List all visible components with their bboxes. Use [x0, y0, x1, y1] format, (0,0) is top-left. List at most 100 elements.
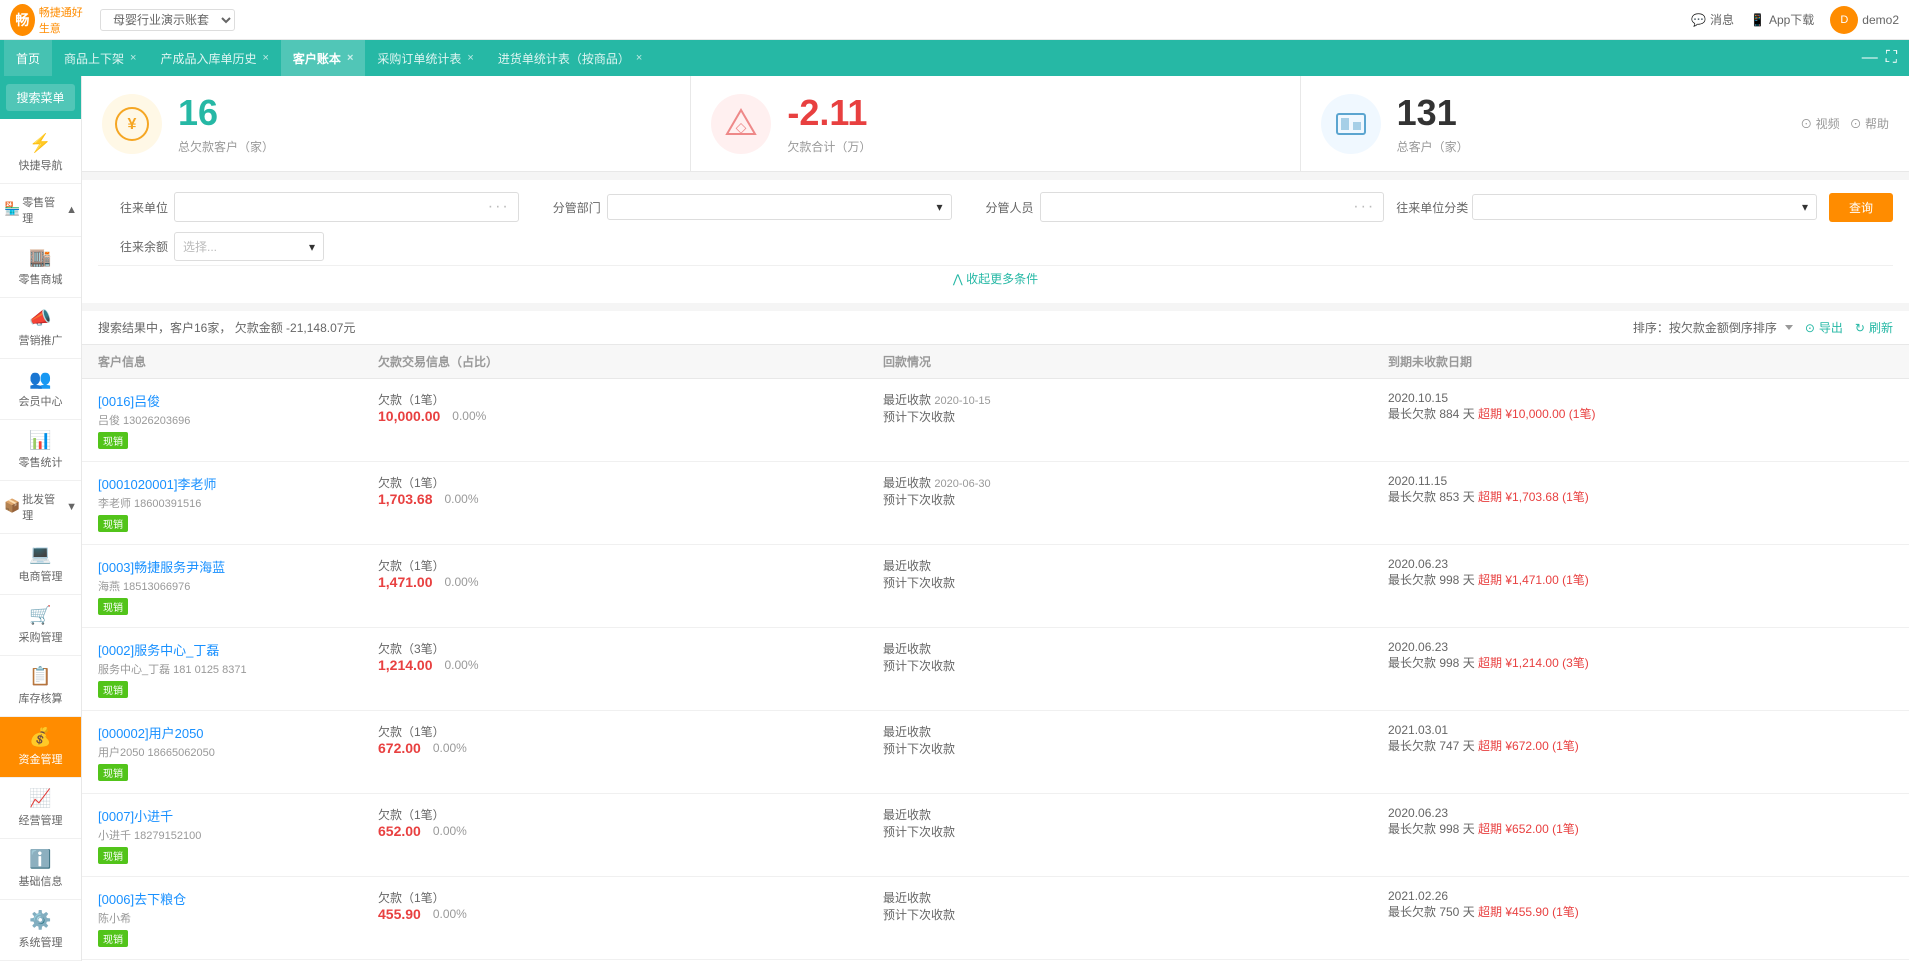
due-cell-6: 2021.02.26 最长欠款 750 天 超期 ¥455.90 (1笔): [1388, 889, 1893, 920]
filter-select-dept[interactable]: ▾: [607, 194, 952, 220]
sidebar-item-purchase[interactable]: 🛒 采购管理: [0, 595, 81, 656]
sidebar-nav: ⚡ 快捷导航 🏪 零售管理 ▲ 🏬 零售商城 📣 营销推广 👥 会员中心 �: [0, 119, 81, 961]
sidebar-item-finance[interactable]: 💰 资金管理: [0, 717, 81, 778]
result-summary: 搜索结果中，客户16家， 欠款金额 -21,148.07元: [98, 319, 355, 336]
due-days-4: 最长欠款 747 天 超期 ¥672.00 (1笔): [1388, 737, 1893, 754]
return-info-1: 最近收款 2020-06-30: [883, 474, 1388, 491]
tab-home[interactable]: 首页: [4, 40, 52, 76]
debt-amount-1[interactable]: 1,703.68: [378, 491, 433, 507]
customer-sub-1: 李老师 18600391516: [98, 495, 378, 511]
debt-amount-5[interactable]: 652.00: [378, 823, 421, 839]
refresh-btn[interactable]: ↻ 刷新: [1855, 319, 1893, 336]
filter-input-unit[interactable]: ···: [174, 192, 519, 222]
query-button[interactable]: 查询: [1829, 193, 1893, 222]
customer-name-1[interactable]: [0001020001]李老师: [98, 474, 378, 493]
debt-amount-2[interactable]: 1,471.00: [378, 574, 433, 590]
tab-close-purchase[interactable]: ×: [467, 52, 473, 64]
help-btn[interactable]: ⊙ 帮助: [1850, 115, 1889, 132]
overdue-link-4[interactable]: 超期 ¥672.00 (1笔): [1478, 739, 1579, 753]
debt-count-3: 欠款（3笔）: [378, 640, 883, 657]
filter-label-dept: 分管部门: [531, 199, 601, 216]
filter-row-2: 往来余额 选择... ▾: [98, 232, 1893, 261]
debt-amount-4[interactable]: 672.00: [378, 740, 421, 756]
sidebar-item-wholesale[interactable]: 📦 批发管理 ▼: [0, 481, 81, 534]
overdue-link-5[interactable]: 超期 ¥652.00 (1笔): [1478, 822, 1579, 836]
chevron-dept: ▾: [936, 200, 942, 214]
sidebar-item-ecommerce[interactable]: 💻 电商管理: [0, 534, 81, 595]
tabs-minus[interactable]: —: [1862, 49, 1878, 67]
sidebar-item-system[interactable]: ⚙️ 系统管理: [0, 900, 81, 961]
return-cell-4: 最近收款 预计下次收款: [883, 723, 1388, 757]
customer-sub-2: 海燕 18513066976: [98, 578, 378, 594]
video-btn[interactable]: ⊙ 视频: [1800, 115, 1839, 132]
tab-production-history[interactable]: 产成品入库单历史 ×: [148, 40, 280, 76]
search-menu-btn[interactable]: 搜索菜单: [6, 84, 75, 111]
return-cell-0: 最近收款 2020-10-15 预计下次收款: [883, 391, 1388, 425]
refresh-icon: ↻: [1855, 321, 1865, 335]
app-icon: 📱: [1750, 13, 1765, 27]
customer-cell-4: [000002]用户2050 用户2050 18665062050 现销: [98, 723, 378, 781]
sidebar-item-retail-stats[interactable]: 📊 零售统计: [0, 420, 81, 481]
due-date-4: 2021.03.01: [1388, 723, 1893, 737]
tab-close-goods[interactable]: ×: [130, 52, 136, 64]
overdue-link-0[interactable]: 超期 ¥10,000.00 (1笔): [1478, 407, 1595, 421]
filter-input-person[interactable]: ···: [1040, 192, 1385, 222]
debt-cell-3: 欠款（3笔） 1,214.00 0.00%: [378, 640, 883, 673]
filter-dots-unit: ···: [488, 198, 510, 216]
sort-btn[interactable]: 排序：按欠款金额倒序排序: [1633, 319, 1793, 336]
customer-name-0[interactable]: [0016]吕俊: [98, 391, 378, 410]
stat-value-debtors: 16: [178, 92, 274, 134]
sidebar-item-inventory[interactable]: 📋 库存核算: [0, 656, 81, 717]
sidebar-item-basic-info[interactable]: ℹ️ 基础信息: [0, 839, 81, 900]
logo-text: 畅捷通好生意: [39, 4, 90, 36]
overdue-link-1[interactable]: 超期 ¥1,703.68 (1笔): [1478, 490, 1589, 504]
tab-close-production[interactable]: ×: [262, 52, 268, 64]
stats-row: ¥ 16 总欠款客户（家） ◇ -2.11 欠款合计（万）: [82, 76, 1909, 172]
sidebar-item-quick-nav[interactable]: ⚡ 快捷导航: [0, 123, 81, 184]
debt-amount-3[interactable]: 1,214.00: [378, 657, 433, 673]
tab-goods-listing[interactable]: 商品上下架 ×: [52, 40, 148, 76]
sort-chevron: [1785, 325, 1793, 330]
stat-info-debtors: 16 总欠款客户（家）: [178, 92, 274, 155]
demo-selector[interactable]: 母婴行业演示账套: [100, 9, 235, 31]
sidebar-item-operations[interactable]: 📈 经营管理: [0, 778, 81, 839]
overdue-link-3[interactable]: 超期 ¥1,214.00 (3笔): [1478, 656, 1589, 670]
user-menu[interactable]: D demo2: [1830, 6, 1899, 34]
tab-goods-stats[interactable]: 进货单统计表（按商品） ×: [486, 40, 654, 76]
overdue-link-2[interactable]: 超期 ¥1,471.00 (1笔): [1478, 573, 1589, 587]
finance-icon: 💰: [29, 727, 51, 748]
customer-name-5[interactable]: [0007]小进千: [98, 806, 378, 825]
filter-item-person: 分管人员 ···: [964, 192, 1385, 222]
tabs-expand[interactable]: ⛶: [1886, 49, 1897, 67]
return-cell-6: 最近收款 预计下次收款: [883, 889, 1388, 923]
customer-name-2[interactable]: [0003]畅捷服务尹海蓝: [98, 557, 378, 576]
sidebar-item-retail-mgmt[interactable]: 🏪 零售管理 ▲: [0, 184, 81, 237]
customer-tag-4: 现销: [98, 764, 128, 781]
tab-purchase-summary[interactable]: 采购订单统计表 ×: [365, 40, 485, 76]
stat-card-debtors: ¥ 16 总欠款客户（家）: [82, 76, 691, 171]
debt-amount-0[interactable]: 10,000.00: [378, 408, 440, 424]
customer-name-4[interactable]: [000002]用户2050: [98, 723, 378, 742]
customer-name-6[interactable]: [0006]去下粮仓: [98, 889, 378, 908]
customer-cell-6: [0006]去下粮仓 陈小希 现销: [98, 889, 378, 947]
customer-sub-6: 陈小希: [98, 910, 378, 926]
export-btn[interactable]: ⊙ 导出: [1805, 319, 1843, 336]
filter-select-balance[interactable]: 选择... ▾: [174, 232, 324, 261]
result-bar-right: 排序：按欠款金额倒序排序 ⊙ 导出 ↻ 刷新: [1633, 319, 1893, 336]
return-cell-1: 最近收款 2020-06-30 预计下次收款: [883, 474, 1388, 508]
sidebar-item-retail-mall[interactable]: 🏬 零售商城: [0, 237, 81, 298]
sidebar-item-marketing[interactable]: 📣 营销推广: [0, 298, 81, 359]
sidebar-item-member[interactable]: 👥 会员中心: [0, 359, 81, 420]
customer-cell-0: [0016]吕俊 吕俊 13026203696 现销: [98, 391, 378, 449]
table-header: 客户信息 欠款交易信息（占比） 回款情况 到期未收款日期: [82, 345, 1909, 379]
app-download-btn[interactable]: 📱 App下载: [1750, 11, 1814, 28]
overdue-link-6[interactable]: 超期 ¥455.90 (1笔): [1478, 905, 1579, 919]
customer-name-3[interactable]: [0002]服务中心_丁磊: [98, 640, 378, 659]
tab-close-goods-stats[interactable]: ×: [636, 52, 642, 64]
tab-close-customer[interactable]: ×: [347, 52, 353, 64]
tab-customer-ledger[interactable]: 客户账本 ×: [281, 40, 365, 76]
filter-select-category[interactable]: ▾: [1472, 194, 1817, 220]
debt-amount-6[interactable]: 455.90: [378, 906, 421, 922]
message-btn[interactable]: 💬 消息: [1691, 11, 1734, 28]
filter-collapse-btn[interactable]: ⋀ 收起更多条件: [98, 265, 1893, 291]
